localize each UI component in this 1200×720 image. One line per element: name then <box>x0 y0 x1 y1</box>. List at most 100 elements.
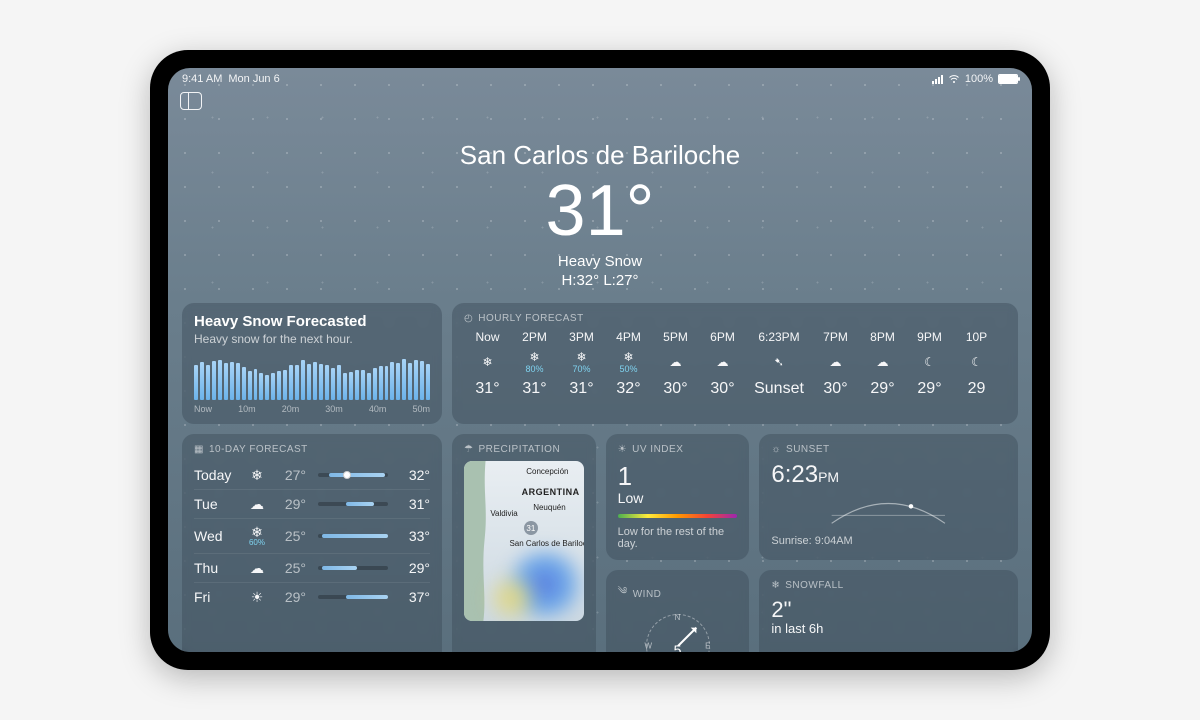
day-name: Tue <box>194 496 238 512</box>
sunset-ampm: PM <box>818 469 839 485</box>
hour-time: 6:23PM <box>758 330 799 344</box>
day-name: Wed <box>194 528 238 544</box>
hour-temp: 29° <box>917 380 941 398</box>
hour-temp: 31° <box>522 380 546 398</box>
status-time: 9:41 AM <box>182 73 222 85</box>
weather-icon: ☁ <box>717 352 729 372</box>
hour-temp: 31° <box>475 380 499 398</box>
day-high: 37° <box>400 589 430 605</box>
precipitation-map[interactable]: Concepción ARGENTINA Neuquén Valdivia 31… <box>464 461 584 621</box>
map-label-city: San Carlos de Bariloche <box>509 539 583 548</box>
nowcast-title: Heavy Snow Forecasted <box>194 313 430 330</box>
battery-icon <box>998 74 1018 84</box>
status-bar: 9:41 AM Mon Jun 6 100% <box>168 68 1032 86</box>
wind-card[interactable]: ༄WIND N S E W 5 <box>606 570 750 652</box>
hourly-header: HOURLY FORECAST <box>478 313 583 324</box>
clock-icon: ◴ <box>464 313 473 324</box>
hour-cell: 2PM❄80%31° <box>511 330 558 398</box>
weather-icon: ☁ <box>246 497 268 511</box>
sunrise-label: Sunrise: <box>771 535 811 547</box>
day-low: 25° <box>276 528 306 544</box>
uv-value: 1 <box>618 461 738 492</box>
hour-temp: Sunset <box>754 380 804 398</box>
snowflake-icon: ❄ <box>771 580 780 591</box>
weather-icon: ❄70% <box>572 352 590 372</box>
snowfall-card[interactable]: ❄SNOWFALL 2" in last 6h <box>759 570 1018 652</box>
sunset-icon: ☼ <box>771 444 781 455</box>
hour-time: 9PM <box>917 330 942 344</box>
map-pin: 31 <box>524 521 538 535</box>
sunrise-time: 9:04AM <box>815 535 853 547</box>
hour-cell: 6PM☁30° <box>699 330 746 398</box>
nowcast-bars <box>194 356 430 400</box>
map-label-valdivia: Valdivia <box>490 509 517 518</box>
hour-temp: 30° <box>823 380 847 398</box>
day-row: Today❄27°32° <box>194 461 430 489</box>
city-name: San Carlos de Bariloche <box>168 140 1032 171</box>
hour-time: 4PM <box>616 330 641 344</box>
sunset-card[interactable]: ☼SUNSET 6:23PM Sunrise: 9:04AM <box>759 434 1018 560</box>
day-high: 29° <box>400 560 430 576</box>
nowcast-subtitle: Heavy snow for the next hour. <box>194 332 430 346</box>
uv-spectrum <box>618 514 738 518</box>
weather-icon: ☀ <box>246 590 268 604</box>
temp-range <box>318 534 388 538</box>
day-row: Fri☀29°37° <box>194 582 430 611</box>
hour-time: 8PM <box>870 330 895 344</box>
hour-cell: 9PM ☾ 29° <box>906 330 953 398</box>
day-name: Thu <box>194 560 238 576</box>
nowcast-card[interactable]: Heavy Snow Forecasted Heavy snow for the… <box>182 303 442 424</box>
map-label-argentina: ARGENTINA <box>522 487 580 497</box>
hour-cell: 3PM❄70%31° <box>558 330 605 398</box>
weather-icon: ❄50% <box>619 352 637 372</box>
day-high: 33° <box>400 528 430 544</box>
uv-label: Low <box>618 490 738 506</box>
hour-time: Now <box>475 330 499 344</box>
status-date: Mon Jun 6 <box>228 73 279 85</box>
hour-time: 10P <box>966 330 987 344</box>
current-temp: 31° <box>168 175 1032 247</box>
hour-cell: 10P ☾ 29 <box>953 330 1000 398</box>
wind-speed: 5 <box>674 642 682 652</box>
uv-index-card[interactable]: ☀UV INDEX 1 Low Low for the rest of the … <box>606 434 750 560</box>
temp-range <box>318 502 388 506</box>
precipitation-card[interactable]: ☂PRECIPITATION Concepción ARGENTINA Neuq… <box>452 434 596 652</box>
map-label-concepcion: Concepción <box>526 467 568 476</box>
tenday-list: Today❄27°32°Tue☁29°31°Wed❄60%25°33°Thu☁2… <box>194 461 430 611</box>
snowfall-value: 2" <box>771 597 1006 623</box>
temp-range <box>318 473 388 477</box>
snowfall-header: SNOWFALL <box>785 580 843 591</box>
map-label-neuquen: Neuquén <box>533 503 565 512</box>
day-low: 27° <box>276 467 306 483</box>
precip-header: PRECIPITATION <box>478 444 560 455</box>
hourly-row: Now❄31°2PM❄80%31°3PM❄70%31°4PM❄50%32°5PM… <box>464 330 1006 398</box>
hour-cell: 6:23PM ➷ Sunset <box>746 330 812 398</box>
hour-temp: 32° <box>616 380 640 398</box>
compass-n: N <box>675 613 681 622</box>
sidebar-toggle-icon[interactable] <box>180 92 202 110</box>
current-condition: Heavy Snow <box>168 253 1032 270</box>
hour-temp: 29 <box>968 380 986 398</box>
current-conditions: San Carlos de Bariloche 31° Heavy Snow H… <box>168 120 1032 303</box>
ten-day-forecast-card[interactable]: ▦10-DAY FORECAST Today❄27°32°Tue☁29°31°W… <box>182 434 442 652</box>
hour-time: 6PM <box>710 330 735 344</box>
day-name: Today <box>194 467 238 483</box>
ipad-frame: 9:41 AM Mon Jun 6 100% San Carlos de Bar… <box>150 50 1050 670</box>
hour-cell: 5PM☁30° <box>652 330 699 398</box>
weather-icon: ☾ <box>971 352 982 372</box>
day-row: Wed❄60%25°33° <box>194 518 430 553</box>
day-low: 25° <box>276 560 306 576</box>
tenday-header: 10-DAY FORECAST <box>209 444 308 455</box>
hour-cell: 7PM☁30° <box>812 330 859 398</box>
sunset-time: 6:23 <box>771 461 818 488</box>
day-high: 31° <box>400 496 430 512</box>
hour-time: 7PM <box>823 330 848 344</box>
day-row: Tue ☁ 29° 31° <box>194 489 430 518</box>
wind-header: WIND <box>633 589 662 600</box>
hourly-forecast-card[interactable]: ◴HOURLY FORECAST Now❄31°2PM❄80%31°3PM❄70… <box>452 303 1018 424</box>
weather-icon: ➷ <box>774 352 784 372</box>
weather-icon: ☾ <box>924 352 935 372</box>
weather-icon: ❄ <box>246 468 268 482</box>
wind-compass: N S E W 5 <box>646 614 710 652</box>
day-low: 29° <box>276 496 306 512</box>
